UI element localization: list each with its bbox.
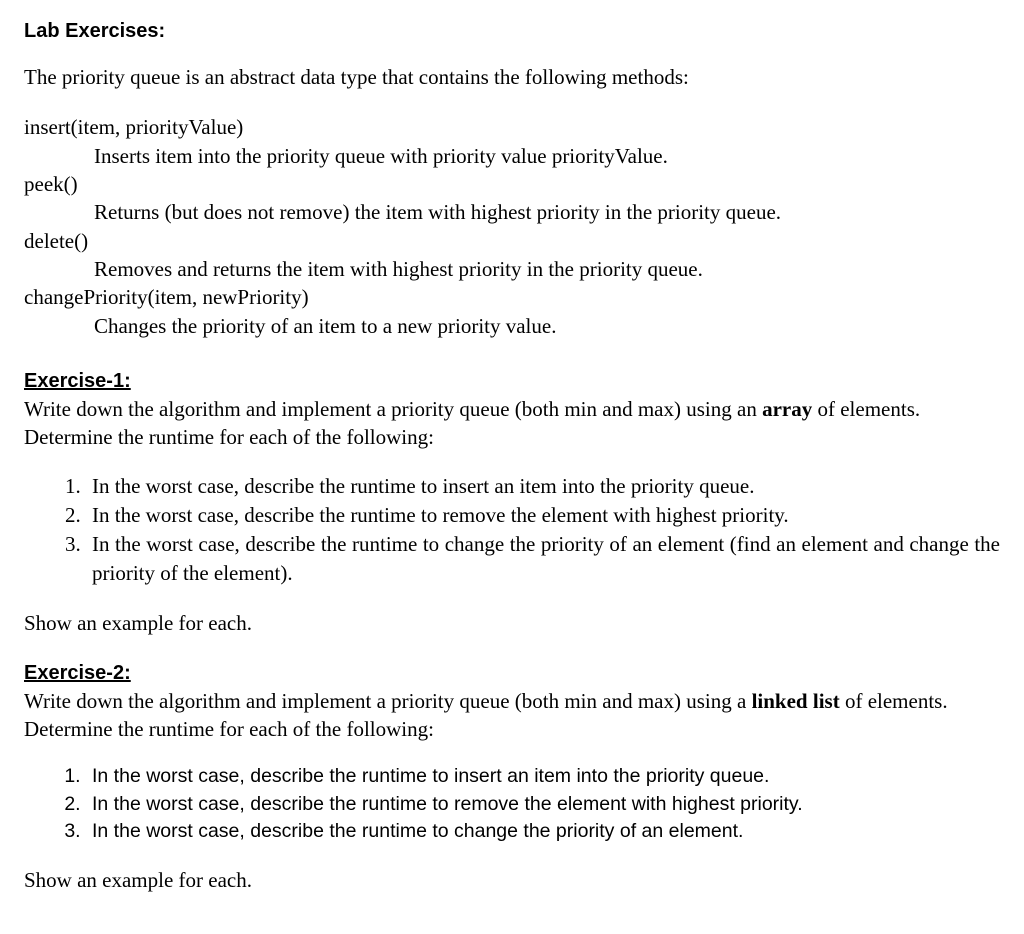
list-item: In the worst case, describe the runtime … [86,501,1000,529]
exercise-1-body: Write down the algorithm and implement a… [24,395,1000,452]
method-definitions: insert(item, priorityValue) Inserts item… [24,113,1000,340]
def-peek-name: peek() [24,170,1000,198]
list-item: In the worst case, describe the runtime … [86,763,1000,789]
exercise-1-list: In the worst case, describe the runtime … [24,472,1000,587]
list-item: In the worst case, describe the runtime … [86,472,1000,500]
def-insert-desc: Inserts item into the priority queue wit… [24,142,1000,170]
intro-text: The priority queue is an abstract data t… [24,63,1000,91]
exercise-1-closing: Show an example for each. [24,609,1000,637]
exercise-2-body: Write down the algorithm and implement a… [24,687,1000,744]
exercise-1-body-bold: array [762,397,812,421]
def-delete-name: delete() [24,227,1000,255]
list-item: In the worst case, describe the runtime … [86,530,1000,587]
def-peek-desc: Returns (but does not remove) the item w… [24,198,1000,226]
list-item: In the worst case, describe the runtime … [86,818,1000,844]
def-changepriority-name: changePriority(item, newPriority) [24,283,1000,311]
def-changepriority-desc: Changes the priority of an item to a new… [24,312,1000,340]
page-title: Lab Exercises: [24,18,1000,45]
exercise-2-list: In the worst case, describe the runtime … [24,763,1000,844]
exercise-1-body-pre: Write down the algorithm and implement a… [24,397,762,421]
exercise-2-title: Exercise-2: [24,660,1000,687]
exercise-2-closing: Show an example for each. [24,866,1000,894]
def-delete-desc: Removes and returns the item with highes… [24,255,1000,283]
exercise-2-body-pre: Write down the algorithm and implement a… [24,689,752,713]
list-item: In the worst case, describe the runtime … [86,791,1000,817]
exercise-2-body-bold: linked list [752,689,840,713]
exercise-1-title: Exercise-1: [24,368,1000,395]
def-insert-name: insert(item, priorityValue) [24,113,1000,141]
